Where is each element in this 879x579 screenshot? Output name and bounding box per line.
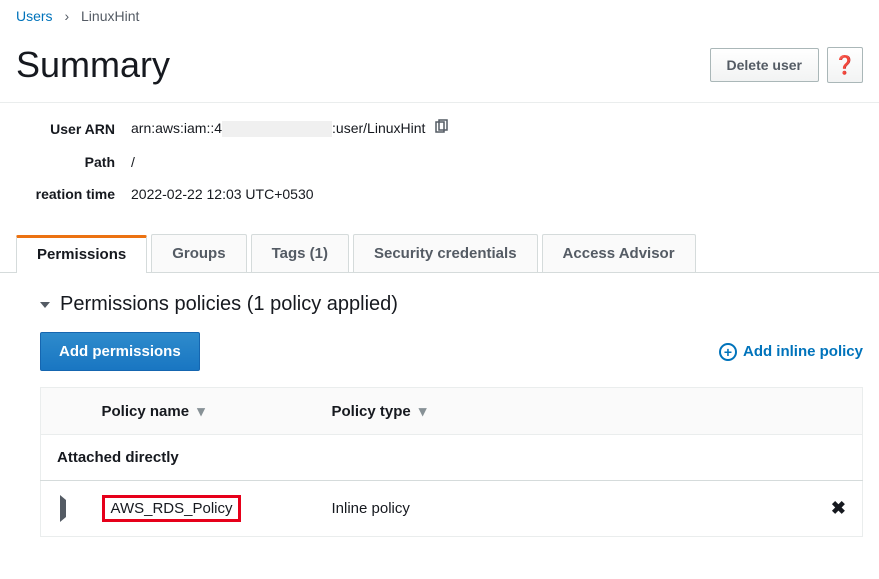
sort-icon[interactable]: ▾: [197, 403, 205, 420]
policy-group-header: Attached directly: [41, 435, 863, 481]
tab-access-advisor[interactable]: Access Advisor: [542, 234, 696, 272]
path-value: /: [131, 154, 135, 170]
policy-row: AWS_RDS_Policy Inline policy ✖: [41, 481, 863, 537]
creation-label: reation time: [16, 186, 131, 202]
policy-name-highlight: AWS_RDS_Policy: [102, 495, 242, 522]
col-action: [815, 388, 863, 435]
page-title: Summary: [16, 44, 170, 86]
remove-policy-button[interactable]: ✖: [815, 481, 863, 537]
col-expand: [41, 388, 86, 435]
tab-security-credentials[interactable]: Security credentials: [353, 234, 538, 272]
permissions-section-header[interactable]: Permissions policies (1 policy applied): [40, 293, 863, 316]
policy-name-cell[interactable]: AWS_RDS_Policy: [86, 481, 316, 537]
path-label: Path: [16, 154, 131, 170]
chevron-right-icon: ›: [64, 8, 69, 24]
detail-arn: User ARN arn:aws:iam::4:user/LinuxHint: [16, 119, 863, 138]
plus-circle-icon: +: [719, 343, 737, 361]
close-icon: ✖: [831, 498, 846, 518]
add-permissions-button[interactable]: Add permissions: [40, 332, 200, 371]
add-inline-policy-link[interactable]: + Add inline policy: [719, 343, 863, 361]
help-button[interactable]: ❓: [827, 47, 863, 83]
copy-icon: [433, 119, 449, 135]
detail-path: Path /: [16, 154, 863, 170]
copy-arn-button[interactable]: [433, 119, 449, 138]
arn-value: arn:aws:iam::4:user/LinuxHint: [131, 119, 449, 138]
tab-permissions[interactable]: Permissions: [16, 235, 147, 273]
policy-type-cell: Inline policy: [316, 481, 815, 537]
detail-creation: reation time 2022-02-22 12:03 UTC+0530: [16, 186, 863, 202]
col-policy-type[interactable]: Policy type ▾: [316, 388, 815, 435]
permissions-section-title: Permissions policies (1 policy applied): [60, 293, 398, 316]
caret-right-icon: [60, 495, 66, 522]
breadcrumb: Users › LinuxHint: [0, 0, 879, 32]
creation-value: 2022-02-22 12:03 UTC+0530: [131, 186, 314, 202]
tab-tags[interactable]: Tags (1): [251, 234, 349, 272]
breadcrumb-current: LinuxHint: [81, 8, 139, 24]
col-policy-name[interactable]: Policy name ▾: [86, 388, 316, 435]
permissions-actions: Add permissions + Add inline policy: [40, 332, 863, 371]
tabs: Permissions Groups Tags (1) Security cre…: [0, 234, 879, 273]
redacted-account: [222, 121, 332, 137]
caret-down-icon: [40, 302, 50, 308]
policy-table: Policy name ▾ Policy type ▾ Attached dir…: [40, 387, 863, 537]
arn-label: User ARN: [16, 121, 131, 137]
help-icon: ❓: [834, 55, 856, 76]
user-details: User ARN arn:aws:iam::4:user/LinuxHint P…: [0, 103, 879, 234]
permissions-panel: Permissions policies (1 policy applied) …: [0, 273, 879, 557]
tab-groups[interactable]: Groups: [151, 234, 246, 272]
header-actions: Delete user ❓: [710, 47, 863, 83]
breadcrumb-users-link[interactable]: Users: [16, 8, 53, 24]
expand-row-button[interactable]: [41, 481, 86, 537]
delete-user-button[interactable]: Delete user: [710, 48, 819, 82]
page-header: Summary Delete user ❓: [0, 32, 879, 103]
sort-icon[interactable]: ▾: [419, 403, 427, 420]
